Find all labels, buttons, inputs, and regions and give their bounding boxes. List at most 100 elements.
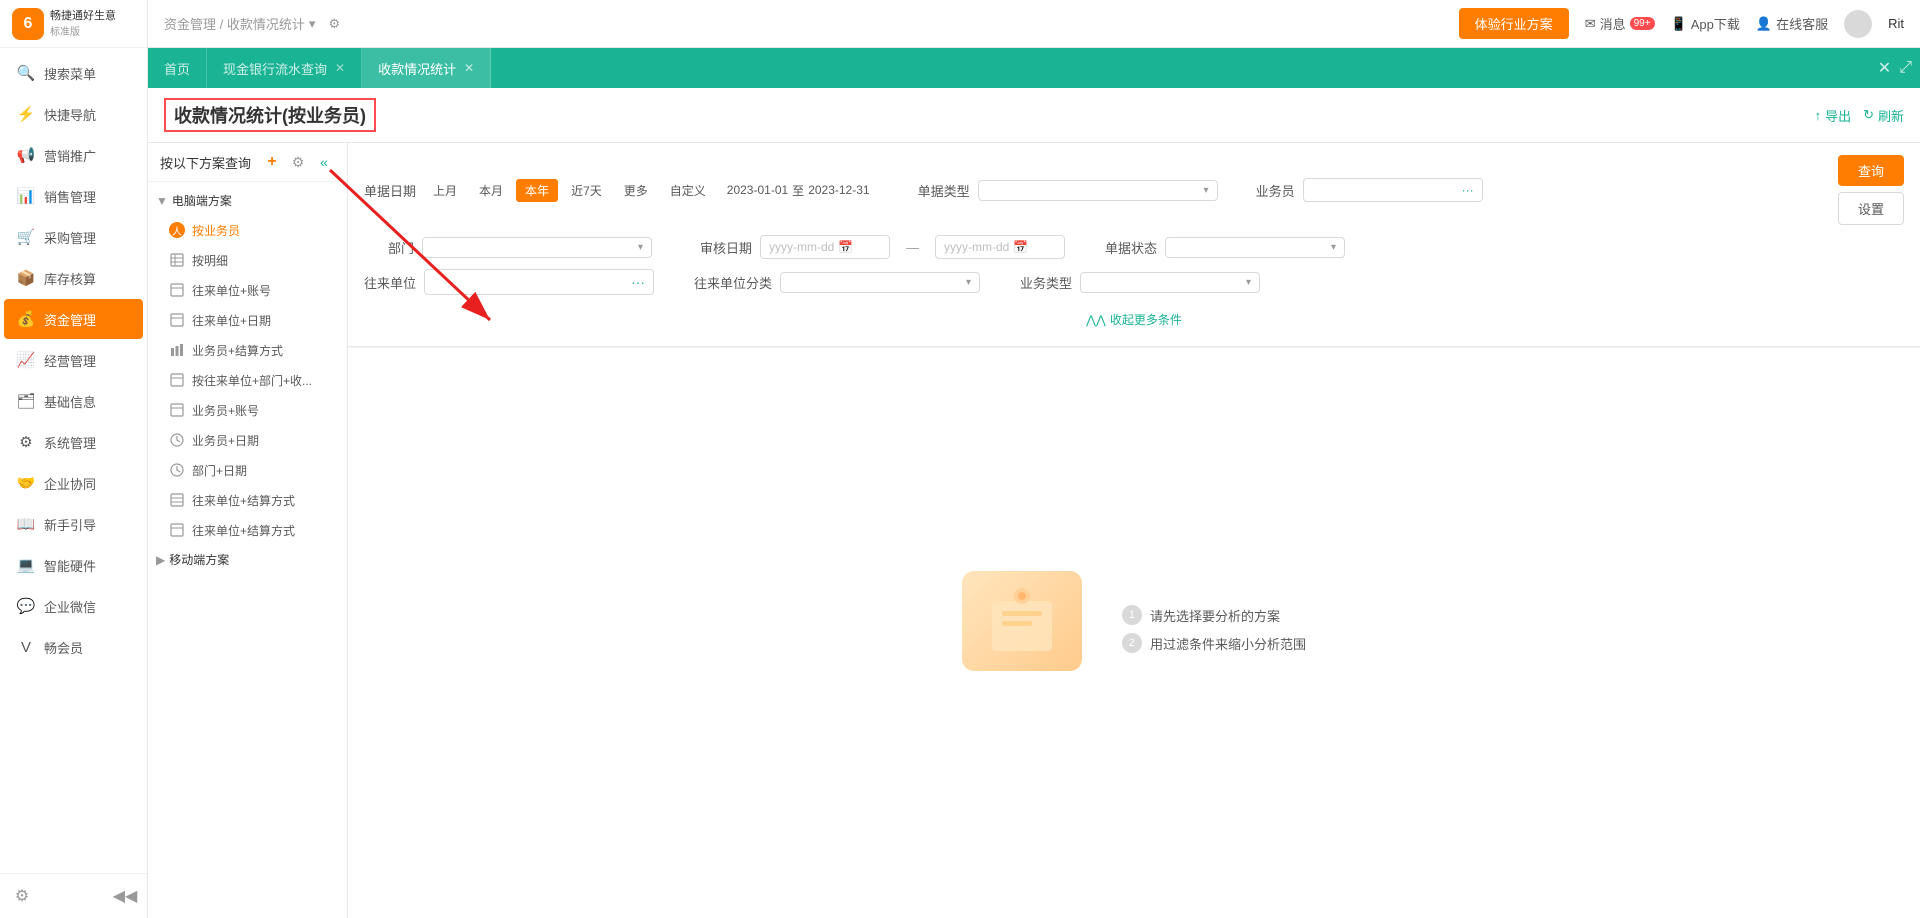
business-type-select[interactable]: ▾ — [1080, 272, 1260, 293]
collapse-filter-button[interactable]: ⋀⋀ 收起更多条件 — [364, 305, 1904, 334]
scheme-group-mobile[interactable]: ▶ 移动端方案 — [148, 545, 347, 574]
sidebar-item-marketing[interactable]: 📢 营销推广 — [4, 135, 143, 175]
tab-receipt-stat-close[interactable]: ✕ — [464, 61, 474, 75]
review-date-from-input[interactable]: yyyy-mm-dd 📅 — [760, 235, 890, 259]
sidebar-item-basic[interactable]: 🗂 基础信息 — [4, 381, 143, 421]
counterparty-select[interactable]: ··· — [424, 269, 654, 295]
sidebar-item-inventory[interactable]: 📦 库存核算 — [4, 258, 143, 298]
left-panel-header: 按以下方案查询 + ⚙ « — [148, 143, 347, 182]
collapse-panel-icon[interactable]: « — [313, 151, 335, 173]
content-layout: 按以下方案查询 + ⚙ « ▼ 电脑端方案 人 — [148, 143, 1920, 918]
review-date-label: 审核日期 — [692, 238, 752, 257]
scheme-icon-unit-settle2 — [168, 521, 186, 539]
salesperson-select[interactable]: ··· — [1303, 178, 1483, 202]
voucher-type-select[interactable]: ▾ — [978, 180, 1218, 201]
department-select[interactable]: ▾ — [422, 237, 652, 258]
date-btn-this-year[interactable]: 本年 — [516, 179, 558, 202]
sidebar-label-guide: 新手引导 — [44, 515, 96, 534]
app-download-item[interactable]: 📱 App下载 — [1671, 14, 1740, 33]
tab-home[interactable]: 首页 — [148, 48, 207, 88]
scheme-item-dept-date[interactable]: 部门+日期 — [148, 455, 347, 485]
scheme-group-desktop[interactable]: ▼ 电脑端方案 — [148, 186, 347, 215]
scheme-icon-sales-date — [168, 431, 186, 449]
filter-settings-button[interactable]: 设置 — [1838, 192, 1904, 225]
scheme-label-unit-settle1: 往来单位+结算方式 — [192, 492, 295, 509]
counterparty-category-select[interactable]: ▾ — [780, 272, 980, 293]
salesperson-label: 业务员 — [1250, 181, 1295, 200]
messages-item[interactable]: ✉ 消息 99+ — [1585, 14, 1655, 33]
sidebar-item-wechat[interactable]: 💬 企业微信 — [4, 586, 143, 626]
date-btn-more[interactable]: 更多 — [615, 179, 657, 202]
tab-bank-flow-close[interactable]: ✕ — [335, 61, 345, 75]
sidebar-item-search[interactable]: 🔍 搜索菜单 — [4, 53, 143, 93]
sidebar-label-basic: 基础信息 — [44, 392, 96, 411]
refresh-button[interactable]: ↻ 刷新 — [1863, 106, 1904, 125]
group-label-desktop: 电脑端方案 — [172, 192, 232, 209]
scheme-item-sales-account[interactable]: 业务员+账号 — [148, 395, 347, 425]
query-button[interactable]: 查询 — [1838, 155, 1904, 186]
date-btn-7days[interactable]: 近7天 — [562, 179, 611, 202]
trial-button[interactable]: 体验行业方案 — [1459, 8, 1569, 39]
sidebar-item-finance[interactable]: 💰 资金管理 — [4, 299, 143, 339]
scheme-item-unit-settle2[interactable]: 往来单位+结算方式 — [148, 515, 347, 545]
basic-icon: 🗂 — [16, 391, 36, 411]
step-num-1: 1 — [1122, 605, 1142, 625]
online-support-item[interactable]: 👤 在线客服 — [1756, 14, 1828, 33]
tab-bank-flow-label: 现金银行流水查询 — [223, 59, 327, 78]
sidebar-item-system[interactable]: ⚙ 系统管理 — [4, 422, 143, 462]
sidebar-menu: 🔍 搜索菜单 ⚡ 快捷导航 📢 营销推广 📊 销售管理 🛒 采购管理 📦 库存核… — [0, 48, 147, 873]
sidebar-item-member[interactable]: V 畅会员 — [4, 627, 143, 667]
user-name: Rit — [1888, 16, 1904, 31]
scheme-item-detail[interactable]: 按明细 — [148, 245, 347, 275]
scheme-item-by-salesperson[interactable]: 人 按业务员 — [148, 215, 347, 245]
app-download-label: App下载 — [1691, 14, 1740, 33]
review-date-to-input[interactable]: yyyy-mm-dd 📅 — [935, 235, 1065, 259]
scheme-item-unit-account[interactable]: 往来单位+账号 — [148, 275, 347, 305]
sidebar-item-operation[interactable]: 📈 经营管理 — [4, 340, 143, 380]
scheme-item-sales-date[interactable]: 业务员+日期 — [148, 425, 347, 455]
filter-item-department: 部门 ▾ — [364, 237, 652, 258]
sidebar-item-hardware[interactable]: 💻 智能硬件 — [4, 545, 143, 585]
filter-area: 单据日期 上月 本月 本年 近7天 更多 自定义 2023-01-01 — [348, 143, 1920, 347]
online-support-label: 在线客服 — [1776, 14, 1828, 33]
salesperson-more-dots[interactable]: ··· — [1462, 183, 1474, 197]
export-button[interactable]: ↑ 导出 — [1815, 106, 1852, 125]
date-btn-this-month[interactable]: 本月 — [470, 179, 512, 202]
sidebar-item-quicknav[interactable]: ⚡ 快捷导航 — [4, 94, 143, 134]
tab-bank-flow[interactable]: 现金银行流水查询 ✕ — [207, 48, 362, 88]
scheme-settings-icon[interactable]: ⚙ — [287, 151, 309, 173]
sidebar-label-finance: 资金管理 — [44, 310, 96, 329]
department-label: 部门 — [364, 238, 414, 257]
sidebar-item-collab[interactable]: 🤝 企业协同 — [4, 463, 143, 503]
collapse-sidebar-icon[interactable]: ◀◀ — [111, 882, 139, 910]
scheme-item-unit-dept-collect[interactable]: 按往来单位+部门+收... — [148, 365, 347, 395]
header-settings-icon[interactable]: ⚙ — [323, 13, 345, 35]
logo-text: 畅捷通好生意 — [50, 9, 116, 23]
group-label-mobile: 移动端方案 — [169, 551, 229, 568]
tab-receipt-stat[interactable]: 收款情况统计 ✕ — [362, 48, 491, 88]
step-num-2: 2 — [1122, 633, 1142, 653]
breadcrumb-dropdown-icon[interactable]: ▾ — [309, 16, 316, 32]
sidebar-item-purchase[interactable]: 🛒 采购管理 — [4, 217, 143, 257]
expand-icon[interactable]: ⤢ — [1899, 59, 1912, 77]
refresh-icon: ↻ — [1863, 107, 1874, 123]
calendar-icon-from: 📅 — [838, 240, 853, 254]
sidebar-item-guide[interactable]: 📖 新手引导 — [4, 504, 143, 544]
left-panel: 按以下方案查询 + ⚙ « ▼ 电脑端方案 人 — [148, 143, 348, 918]
user-avatar[interactable] — [1844, 10, 1872, 38]
scheme-item-sales-settle[interactable]: 业务员+结算方式 — [148, 335, 347, 365]
filter-item-counterparty: 往来单位 ··· — [364, 269, 654, 295]
voucher-status-select[interactable]: ▾ — [1165, 237, 1345, 258]
add-scheme-button[interactable]: + — [261, 151, 283, 173]
settings-bottom-icon[interactable]: ⚙ — [8, 882, 36, 910]
scheme-item-unit-settle1[interactable]: 往来单位+结算方式 — [148, 485, 347, 515]
scheme-item-unit-date[interactable]: 往来单位+日期 — [148, 305, 347, 335]
review-date-to-placeholder: yyyy-mm-dd — [944, 240, 1009, 254]
collab-icon: 🤝 — [16, 473, 36, 493]
sidebar-item-sales[interactable]: 📊 销售管理 — [4, 176, 143, 216]
date-btn-last-month[interactable]: 上月 — [424, 179, 466, 202]
sidebar-label-hardware: 智能硬件 — [44, 556, 96, 575]
close-tab-icon[interactable]: ✕ — [1878, 58, 1891, 78]
date-btn-custom[interactable]: 自定义 — [661, 179, 715, 202]
counterparty-more-dots[interactable]: ··· — [631, 274, 645, 290]
